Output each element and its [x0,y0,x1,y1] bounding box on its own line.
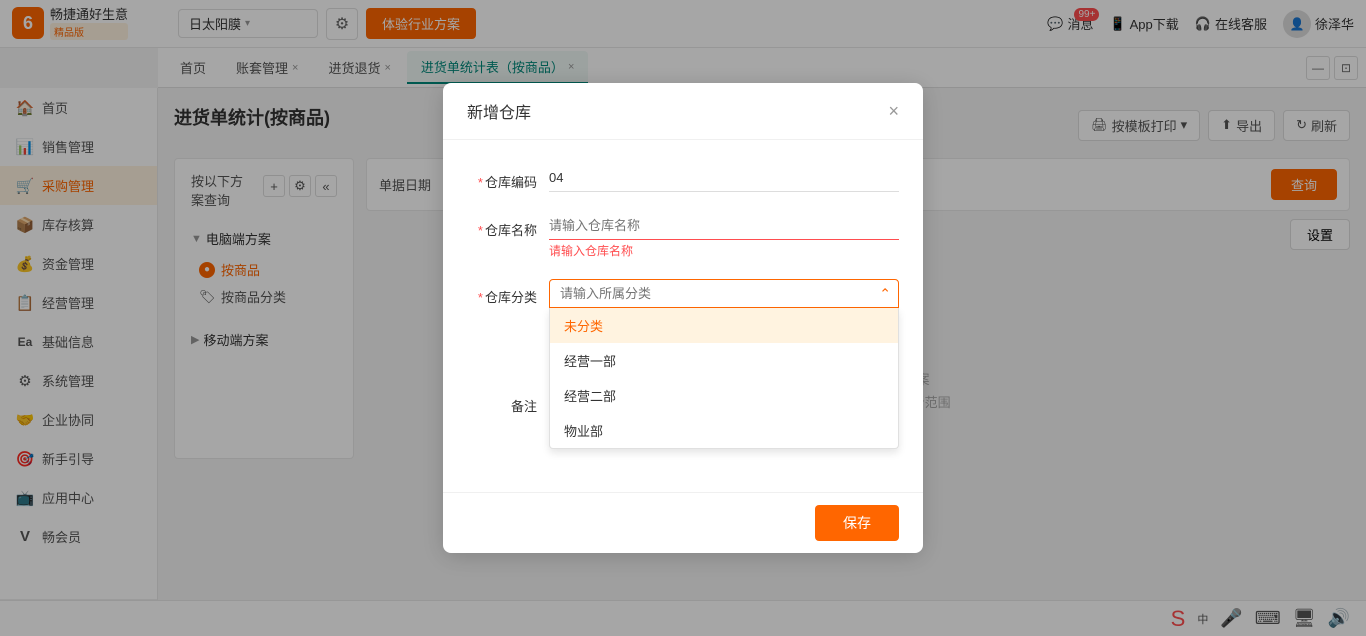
form-row-category: 仓库分类 ⌃ 未分类 经营一部 经营二部 物业部 [467,279,899,308]
name-label: 仓库名称 [467,212,537,239]
save-button[interactable]: 保存 [815,505,899,541]
dialog-title: 新增仓库 [467,99,531,123]
note-label: 备注 [467,388,537,415]
dialog-body: 仓库编码 仓库名称 请输入仓库名称 仓库分类 ⌃ 未分类 [443,140,923,492]
new-warehouse-dialog: 新增仓库 × 仓库编码 仓库名称 请输入仓库名称 仓库分类 [443,83,923,553]
dialog-close-button[interactable]: × [888,102,899,120]
dialog-header: 新增仓库 × [443,83,923,140]
dropdown-item-ops2[interactable]: 经营二部 [550,378,898,413]
category-input[interactable] [549,279,899,308]
name-input[interactable] [549,212,899,240]
code-label: 仓库编码 [467,164,537,191]
form-row-code: 仓库编码 [467,164,899,192]
category-label: 仓库分类 [467,279,537,306]
dropdown-item-property[interactable]: 物业部 [550,413,898,448]
category-arrow-icon[interactable]: ⌃ [879,285,891,302]
dropdown-item-ops1[interactable]: 经营一部 [550,343,898,378]
code-input[interactable] [549,164,899,192]
dropdown-item-unclassified[interactable]: 未分类 [550,308,898,343]
name-field-wrapper: 请输入仓库名称 [549,212,899,259]
category-field-wrapper: ⌃ 未分类 经营一部 经营二部 物业部 [549,279,899,308]
category-dropdown: 未分类 经营一部 经营二部 物业部 [549,308,899,449]
name-error-message: 请输入仓库名称 [549,242,899,259]
dialog-footer: 保存 [443,492,923,553]
dialog-overlay: 新增仓库 × 仓库编码 仓库名称 请输入仓库名称 仓库分类 [0,0,1366,636]
form-row-name: 仓库名称 请输入仓库名称 [467,212,899,259]
